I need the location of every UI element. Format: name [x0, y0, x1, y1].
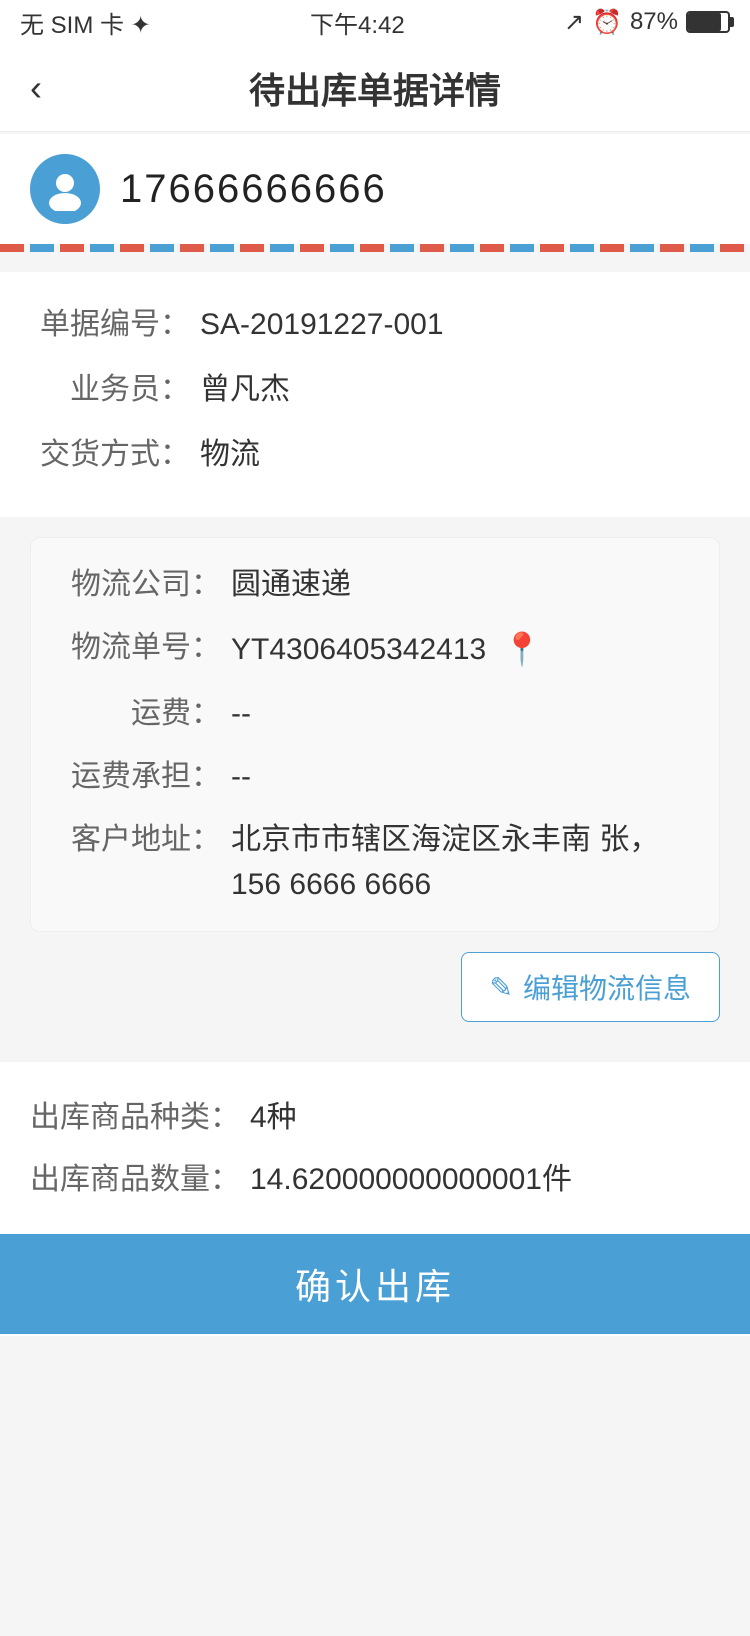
- dashed-divider: [0, 244, 750, 252]
- section-divider: [0, 1042, 750, 1062]
- freight-label: 运费：: [61, 691, 221, 736]
- freight-responsible-row: 运费承担： --: [61, 754, 689, 799]
- battery-percent: 87%: [630, 8, 678, 36]
- logistics-card: 物流公司： 圆通速递 物流单号： YT43064053424​13 📍 运费： …: [30, 537, 720, 932]
- user-header: 17666666666: [0, 134, 750, 244]
- sales-person-label: 业务员：: [30, 367, 190, 412]
- battery-indicator: [686, 11, 730, 33]
- back-button[interactable]: ‹: [30, 67, 42, 109]
- delivery-method-label: 交货方式：: [30, 432, 190, 477]
- edit-icon: ✎: [490, 971, 513, 1004]
- goods-section: 出库商品种类： 4种 出库商品数量： 14.620000000000001件: [0, 1062, 750, 1236]
- page-title: 待出库单据详情: [249, 62, 501, 114]
- alarm-icon: ⏰: [592, 8, 622, 37]
- goods-types-row: 出库商品种类： 4种: [30, 1092, 720, 1136]
- edit-logistics-btn-wrap: ✎ 编辑物流信息: [0, 952, 750, 1042]
- document-number-value: SA-20191227-001: [200, 302, 720, 347]
- content-spacer: [0, 1336, 750, 1536]
- tracking-number-row: 物流单号： YT43064053424​13 📍: [61, 625, 689, 673]
- user-phone: 17666666666: [120, 167, 387, 212]
- confirm-button-label: 确认出库: [295, 1258, 455, 1310]
- goods-quantity-value: 14.620000000000001件: [250, 1154, 572, 1198]
- goods-quantity-row: 出库商品数量： 14.620000000000001件: [30, 1154, 720, 1198]
- goods-types-label: 出库商品种类：: [30, 1092, 240, 1136]
- logistics-company-value: 圆通速递: [231, 562, 689, 607]
- address-label: 客户地址：: [61, 817, 221, 862]
- logistics-company-row: 物流公司： 圆通速递: [61, 562, 689, 607]
- status-bar: 无 SIM 卡 ✦ 下午4:42 ↗ ⏰ 87%: [0, 0, 750, 44]
- goods-quantity-label: 出库商品数量：: [30, 1154, 240, 1198]
- status-time: 下午4:42: [310, 5, 405, 40]
- sales-person-row: 业务员： 曾凡杰: [30, 367, 720, 412]
- status-left: 无 SIM 卡 ✦: [20, 5, 151, 40]
- basic-info-section: 单据编号： SA-20191227-001 业务员： 曾凡杰 交货方式： 物流: [0, 272, 750, 517]
- edit-logistics-label: 编辑物流信息: [523, 967, 691, 1007]
- delivery-method-value: 物流: [200, 432, 720, 477]
- tracking-number-value: YT43064053424​13 📍: [231, 625, 689, 673]
- address-value: 北京市市辖区海淀区永丰南 张，156 6666 6666: [231, 817, 689, 907]
- confirm-bar[interactable]: 确认出库: [0, 1234, 750, 1334]
- nav-bar: ‹ 待出库单据详情: [0, 44, 750, 132]
- freight-responsible-value: --: [231, 754, 689, 799]
- delivery-method-row: 交货方式： 物流: [30, 432, 720, 477]
- freight-value: --: [231, 691, 689, 736]
- freight-row: 运费： --: [61, 691, 689, 736]
- logistics-company-label: 物流公司：: [61, 562, 221, 607]
- status-right: ↗ ⏰ 87%: [564, 8, 730, 37]
- location-icon-status: ↗: [564, 8, 584, 37]
- sim-status: 无 SIM 卡 ✦: [20, 5, 151, 40]
- edit-logistics-button[interactable]: ✎ 编辑物流信息: [461, 952, 720, 1022]
- goods-types-value: 4种: [250, 1092, 297, 1136]
- avatar: [30, 154, 100, 224]
- document-number-label: 单据编号：: [30, 302, 190, 347]
- tracking-number-label: 物流单号：: [61, 625, 221, 670]
- sales-person-value: 曾凡杰: [200, 367, 720, 412]
- document-number-row: 单据编号： SA-20191227-001: [30, 302, 720, 347]
- freight-responsible-label: 运费承担：: [61, 754, 221, 799]
- address-row: 客户地址： 北京市市辖区海淀区永丰南 张，156 6666 6666: [61, 817, 689, 907]
- location-pin-icon[interactable]: 📍: [502, 625, 542, 673]
